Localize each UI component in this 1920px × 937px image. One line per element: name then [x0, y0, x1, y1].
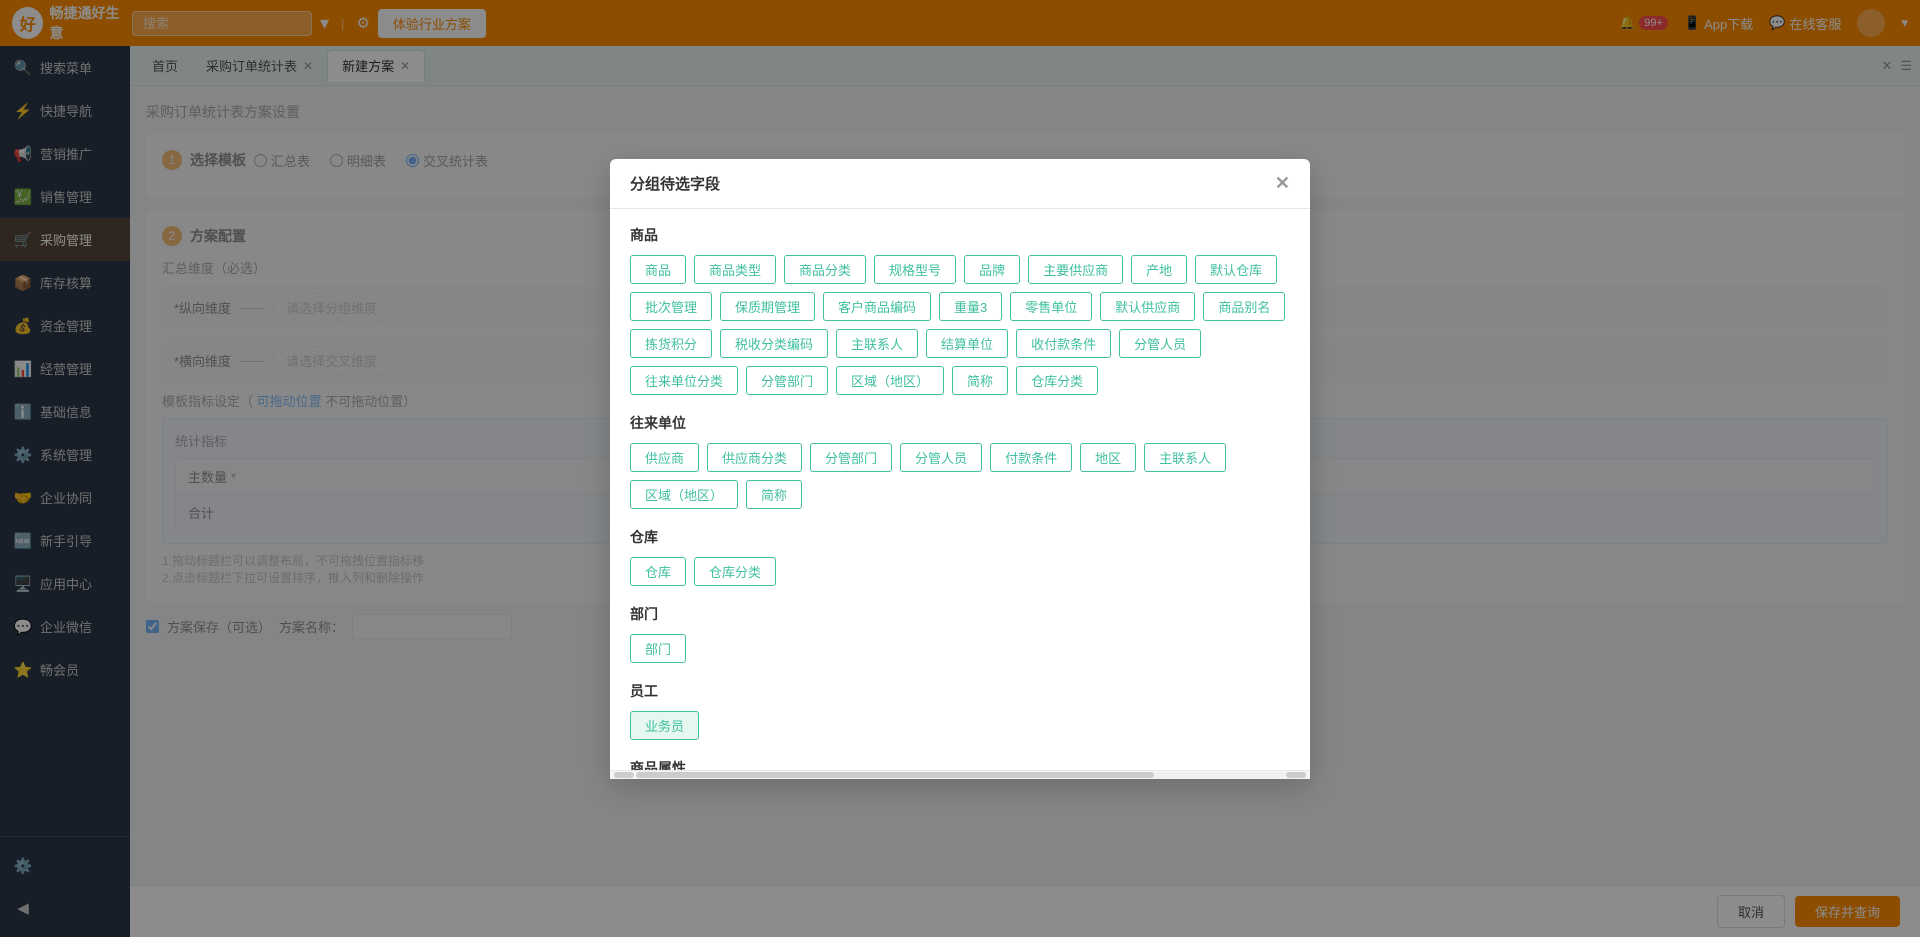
field-tag-managing-dept[interactable]: 分管部门 [746, 366, 828, 395]
field-tag-goods[interactable]: 商品 [630, 255, 686, 284]
modal-title: 分组待选字段 [630, 173, 720, 194]
section-dept: 部门 部门 [630, 604, 1290, 663]
field-tag-partner-region[interactable]: 区域（地区） [630, 480, 738, 509]
field-tag-partner-main-contact[interactable]: 主联系人 [1144, 443, 1226, 472]
field-tag-partner-managing-dept[interactable]: 分管部门 [810, 443, 892, 472]
section-warehouse: 仓库 仓库 仓库分类 [630, 527, 1290, 586]
field-tag-warehouse-cat[interactable]: 仓库分类 [694, 557, 776, 586]
field-tag-district[interactable]: 地区 [1080, 443, 1136, 472]
h-scroll-track[interactable] [636, 772, 1284, 778]
field-tag-supplier-category[interactable]: 供应商分类 [707, 443, 802, 472]
field-tag-default-supplier[interactable]: 默认供应商 [1100, 292, 1195, 321]
modal-overlay[interactable]: 分组待选字段 ✕ 商品 商品 商品类型 商品分类 规格型号 品牌 主要供应商 产… [0, 0, 1920, 937]
field-tag-weight3[interactable]: 重量3 [939, 292, 1002, 321]
field-tag-spec-model[interactable]: 规格型号 [874, 255, 956, 284]
field-tag-goods-type[interactable]: 商品类型 [694, 255, 776, 284]
field-tag-origin[interactable]: 产地 [1131, 255, 1187, 284]
h-scroll-left-area [614, 772, 634, 778]
section-partner: 往来单位 供应商 供应商分类 分管部门 分管人员 付款条件 地区 主联系人 区域… [630, 413, 1290, 509]
field-tag-goods-alias[interactable]: 商品别名 [1203, 292, 1285, 321]
field-tag-salesperson[interactable]: 业务员 [630, 711, 699, 740]
section-goods-tags: 商品 商品类型 商品分类 规格型号 品牌 主要供应商 产地 默认仓库 批次管理 … [630, 255, 1290, 395]
field-tag-partner-managing-person[interactable]: 分管人员 [900, 443, 982, 472]
field-tag-shelf-life-mgmt[interactable]: 保质期管理 [720, 292, 815, 321]
field-tag-payment-condition[interactable]: 付款条件 [990, 443, 1072, 472]
field-tag-goods-category[interactable]: 商品分类 [784, 255, 866, 284]
section-goods: 商品 商品 商品类型 商品分类 规格型号 品牌 主要供应商 产地 默认仓库 批次… [630, 225, 1290, 395]
field-tag-default-warehouse[interactable]: 默认仓库 [1195, 255, 1277, 284]
modal-dialog: 分组待选字段 ✕ 商品 商品 商品类型 商品分类 规格型号 品牌 主要供应商 产… [610, 159, 1310, 779]
section-partner-tags: 供应商 供应商分类 分管部门 分管人员 付款条件 地区 主联系人 区域（地区） … [630, 443, 1290, 509]
section-employee-tags: 业务员 [630, 711, 1290, 740]
field-tag-customer-code[interactable]: 客户商品编码 [823, 292, 931, 321]
modal-header: 分组待选字段 ✕ [610, 159, 1310, 209]
section-employee: 员工 业务员 [630, 681, 1290, 740]
field-tag-batch-mgmt[interactable]: 批次管理 [630, 292, 712, 321]
section-goods-title: 商品 [630, 225, 1290, 245]
field-tag-warehouse-category[interactable]: 仓库分类 [1016, 366, 1098, 395]
field-tag-retail-unit[interactable]: 零售单位 [1010, 292, 1092, 321]
field-tag-warehouse[interactable]: 仓库 [630, 557, 686, 586]
field-tag-tax-code[interactable]: 税收分类编码 [720, 329, 828, 358]
field-tag-settlement-unit[interactable]: 结算单位 [926, 329, 1008, 358]
section-dept-title: 部门 [630, 604, 1290, 624]
field-tag-main-contact[interactable]: 主联系人 [836, 329, 918, 358]
field-tag-partner-short-name[interactable]: 简称 [746, 480, 802, 509]
section-dept-tags: 部门 [630, 634, 1290, 663]
section-warehouse-title: 仓库 [630, 527, 1290, 547]
h-scroll-right-area [1286, 772, 1306, 778]
section-employee-title: 员工 [630, 681, 1290, 701]
section-goods-attr-title: 商品属性 [630, 758, 1290, 771]
field-tag-main-supplier[interactable]: 主要供应商 [1028, 255, 1123, 284]
field-tag-dept[interactable]: 部门 [630, 634, 686, 663]
field-tag-manager-person[interactable]: 分管人员 [1119, 329, 1201, 358]
section-partner-title: 往来单位 [630, 413, 1290, 433]
modal-body: 商品 商品 商品类型 商品分类 规格型号 品牌 主要供应商 产地 默认仓库 批次… [610, 209, 1310, 771]
field-tag-short-name[interactable]: 简称 [952, 366, 1008, 395]
modal-close-button[interactable]: ✕ [1275, 174, 1290, 192]
field-tag-related-unit-category[interactable]: 往来单位分类 [630, 366, 738, 395]
field-tag-payment-terms[interactable]: 收付款条件 [1016, 329, 1111, 358]
field-tag-supplier[interactable]: 供应商 [630, 443, 699, 472]
h-scroll-thumb [636, 772, 1154, 778]
section-warehouse-tags: 仓库 仓库分类 [630, 557, 1290, 586]
field-tag-region[interactable]: 区域（地区） [836, 366, 944, 395]
field-tag-brand[interactable]: 品牌 [964, 255, 1020, 284]
field-tag-pick-points[interactable]: 拣货积分 [630, 329, 712, 358]
section-goods-attr: 商品属性 属性 颜色 多规格 尺码 鞋码 1 [630, 758, 1290, 771]
modal-bottom-scrollbar[interactable] [610, 770, 1310, 778]
